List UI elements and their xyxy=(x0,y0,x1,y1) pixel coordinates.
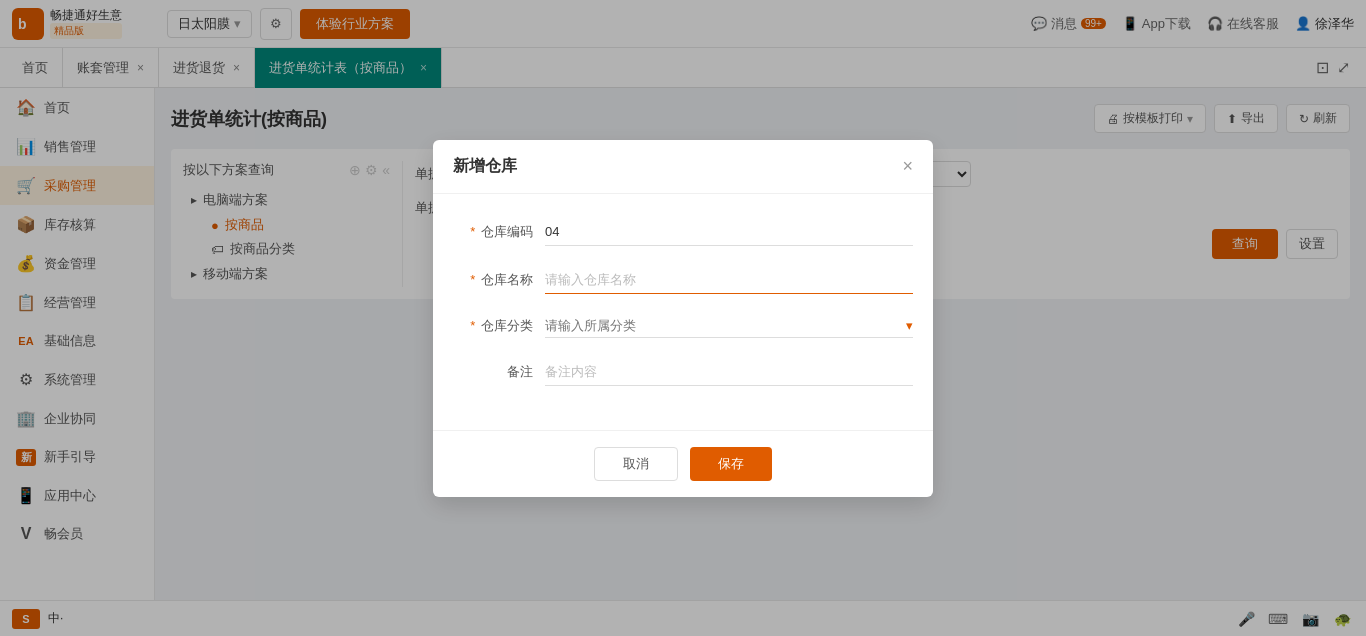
save-button[interactable]: 保存 xyxy=(690,447,772,481)
form-row-remark: 备注 xyxy=(453,358,913,386)
form-row-category: * 仓库分类 ▾ xyxy=(453,314,913,338)
form-row-name: * 仓库名称 xyxy=(453,266,913,294)
modal-overlay[interactable]: 新增仓库 × * 仓库编码 * 仓库名称 xyxy=(0,0,1366,636)
dialog-header: 新增仓库 × xyxy=(433,140,933,194)
dialog-footer: 取消 保存 xyxy=(433,430,933,497)
new-warehouse-dialog: 新增仓库 × * 仓库编码 * 仓库名称 xyxy=(433,140,933,497)
category-select-row[interactable]: ▾ xyxy=(545,314,913,338)
dialog-close-button[interactable]: × xyxy=(902,156,913,177)
dialog-body: * 仓库编码 * 仓库名称 * 仓库分类 xyxy=(433,194,933,430)
required-star: * xyxy=(470,224,475,239)
dialog-title: 新增仓库 xyxy=(453,156,517,177)
remark-label: 备注 xyxy=(453,363,533,381)
code-input[interactable] xyxy=(545,218,913,246)
chevron-down-select-icon: ▾ xyxy=(906,318,913,333)
code-label: * 仓库编码 xyxy=(453,223,533,241)
name-input[interactable] xyxy=(545,266,913,294)
category-label: * 仓库分类 xyxy=(453,317,533,335)
name-label: * 仓库名称 xyxy=(453,271,533,289)
remark-input[interactable] xyxy=(545,358,913,386)
form-row-code: * 仓库编码 xyxy=(453,218,913,246)
required-star-3: * xyxy=(470,318,475,333)
required-star-2: * xyxy=(470,272,475,287)
category-input[interactable] xyxy=(545,318,906,333)
cancel-button[interactable]: 取消 xyxy=(594,447,678,481)
